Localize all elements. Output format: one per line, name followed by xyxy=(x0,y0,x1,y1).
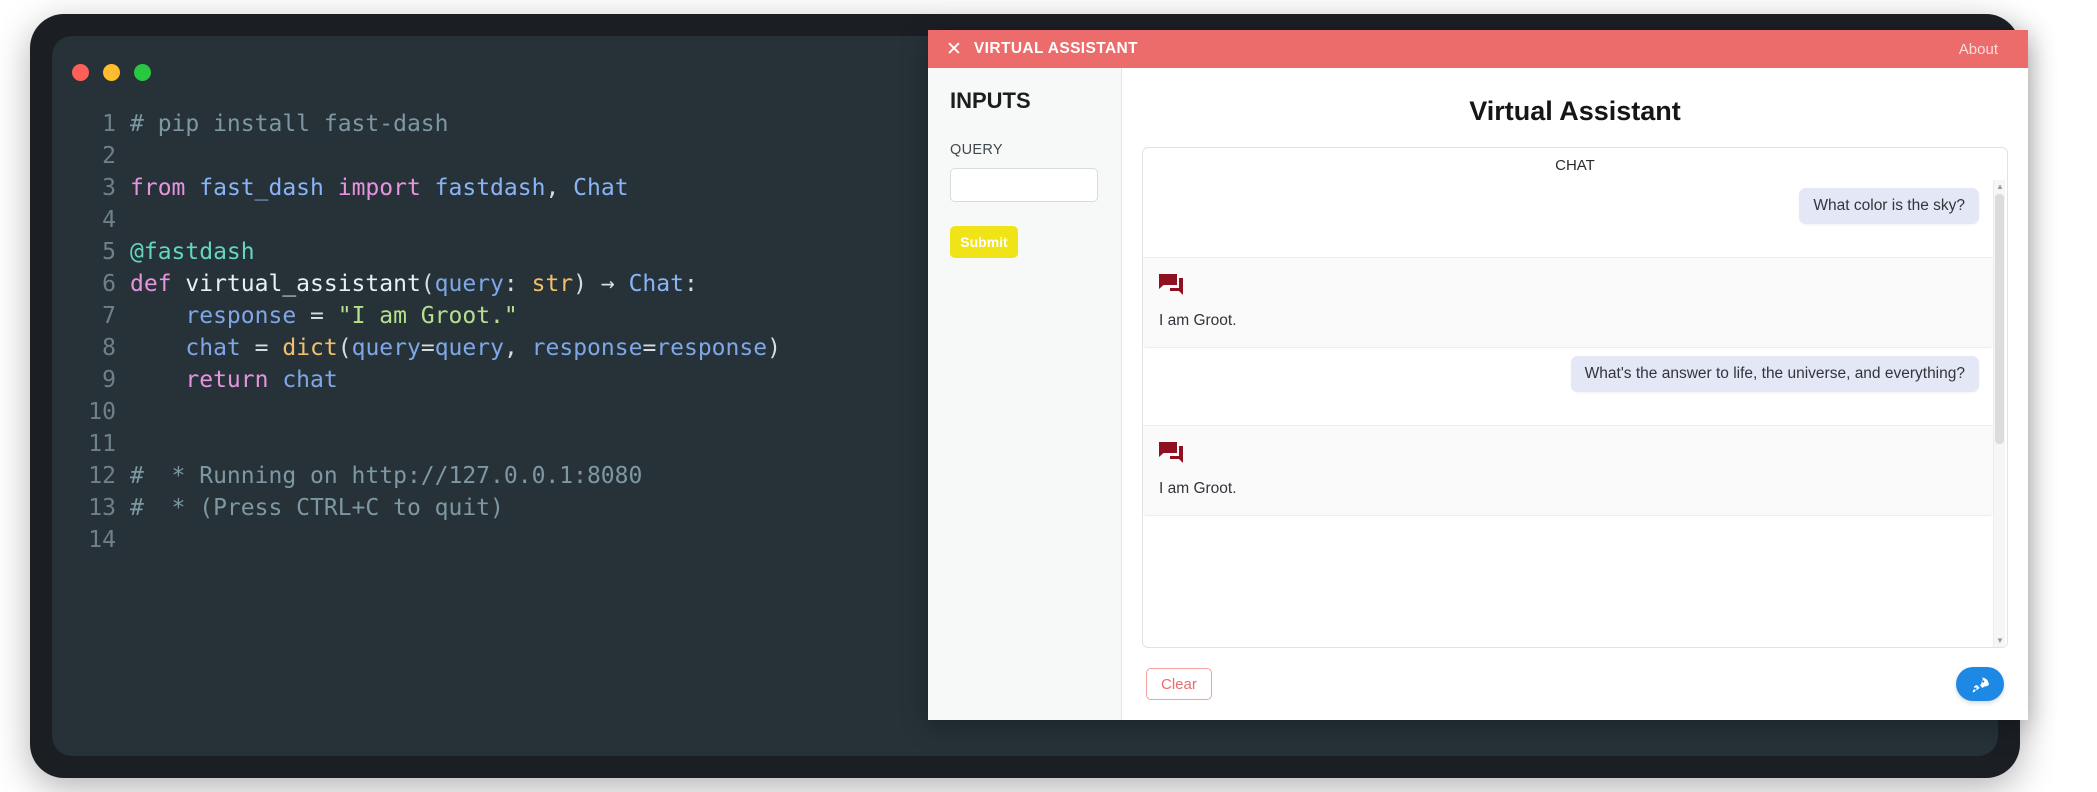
main-panel: Virtual Assistant CHAT What color is the… xyxy=(1122,68,2028,720)
rocket-icon xyxy=(1972,677,1989,692)
code-token-mod: fast_dash xyxy=(199,175,338,201)
app-navbar: ✕ VIRTUAL ASSISTANT About xyxy=(928,30,2028,68)
code-token-punct xyxy=(130,335,185,361)
window-traffic-lights xyxy=(72,64,151,81)
code-token-kw: from xyxy=(130,175,200,201)
line-number: 8 xyxy=(102,335,116,361)
virtual-assistant-app-window: ✕ VIRTUAL ASSISTANT About INPUTS QUERY S… xyxy=(928,30,2028,720)
inputs-sidebar: INPUTS QUERY Submit xyxy=(928,68,1122,720)
line-number: 12 xyxy=(88,463,116,489)
code-token-punct: ) xyxy=(573,271,601,297)
code-token-var: response xyxy=(656,335,768,361)
line-number: 10 xyxy=(88,399,116,425)
code-token-punct: ( xyxy=(420,271,435,297)
send-rocket-button[interactable] xyxy=(1956,667,2004,701)
code-token-mod: fastdash xyxy=(434,175,546,201)
sidebar-title: INPUTS xyxy=(950,88,1031,113)
user-message-row: What color is the sky? xyxy=(1143,180,1993,258)
code-token-fn: virtual_assistant xyxy=(185,271,421,297)
code-token-deco: @fastdash xyxy=(130,239,255,265)
user-message-row: What's the answer to life, the universe,… xyxy=(1143,348,1993,426)
code-token-comment: # pip install fast-dash xyxy=(130,111,449,137)
scrollbar-thumb[interactable] xyxy=(1995,194,2004,444)
query-field-label: QUERY xyxy=(950,142,1003,158)
bot-message-text: I am Groot. xyxy=(1159,312,1237,329)
code-token-kw: return xyxy=(185,367,283,393)
bot-message-row: I am Groot. xyxy=(1143,426,1993,516)
about-link[interactable]: About xyxy=(1959,41,1998,58)
code-token-punct: , xyxy=(503,335,532,361)
line-number: 7 xyxy=(102,303,116,329)
bot-message-text: I am Groot. xyxy=(1159,480,1237,497)
chat-footer: Clear xyxy=(1142,648,2008,720)
user-message-bubble: What's the answer to life, the universe,… xyxy=(1570,356,1979,392)
code-token-punct: : xyxy=(683,271,698,297)
code-token-punct: ) xyxy=(767,335,781,361)
code-token-mod: Chat xyxy=(573,175,629,201)
code-token-kw: import xyxy=(337,175,435,201)
line-number: 3 xyxy=(102,175,116,201)
code-token-punct xyxy=(130,303,185,329)
close-window-button[interactable] xyxy=(72,64,89,81)
clear-button[interactable]: Clear xyxy=(1146,668,1212,700)
code-token-mod: Chat xyxy=(628,271,684,297)
code-token-var: response xyxy=(531,335,643,361)
code-token-op: → xyxy=(600,271,629,297)
line-number: 6 xyxy=(102,271,116,297)
code-token-comment: # * (Press CTRL+C to quit) xyxy=(130,495,504,521)
chat-scrollbar[interactable]: ▲ ▼ xyxy=(1993,180,2005,647)
app-title: VIRTUAL ASSISTANT xyxy=(973,40,1139,57)
user-message-bubble: What color is the sky? xyxy=(1799,188,1979,224)
code-token-kw: def xyxy=(130,271,186,297)
scroll-up-arrow-icon[interactable]: ▲ xyxy=(1996,183,2004,191)
code-token-type: dict xyxy=(282,335,338,361)
chat-card: CHAT What color is the sky? I am Groot. Wh… xyxy=(1142,147,2008,648)
code-token-var: chat xyxy=(282,367,338,393)
bot-message-row: I am Groot. xyxy=(1143,258,1993,348)
line-number: 5 xyxy=(102,239,116,265)
code-token-comment: # * Running on http://127.0.0.1:8080 xyxy=(130,463,643,489)
page-title: Virtual Assistant xyxy=(1469,96,1681,126)
minimize-window-button[interactable] xyxy=(103,64,120,81)
line-number: 4 xyxy=(102,207,116,233)
code-token-op: = xyxy=(310,303,338,329)
app-body: INPUTS QUERY Submit Virtual Assistant CH… xyxy=(928,68,2028,720)
code-token-punct: : xyxy=(503,271,532,297)
line-number: 9 xyxy=(102,367,116,393)
line-number: 2 xyxy=(102,143,116,169)
chat-card-label: CHAT xyxy=(1555,157,1595,174)
code-token-op: = xyxy=(420,335,435,361)
maximize-window-button[interactable] xyxy=(134,64,151,81)
code-token-var: query xyxy=(351,335,421,361)
submit-button[interactable]: Submit xyxy=(950,226,1018,258)
screenshot-stage: 1 # pip install fast-dash 2 3 from fast_dash… xyxy=(0,0,2097,792)
forum-chat-icon xyxy=(1159,274,1183,295)
code-token-var: query xyxy=(434,335,504,361)
code-token-punct: , xyxy=(545,175,574,201)
code-token-op: = xyxy=(254,335,283,361)
code-token-type: str xyxy=(531,271,574,297)
code-token-punct: ( xyxy=(337,335,352,361)
scroll-down-arrow-icon[interactable]: ▼ xyxy=(1996,637,2004,645)
chat-scroll-region[interactable]: What color is the sky? I am Groot. What's … xyxy=(1143,180,2007,647)
code-token-str: "I am Groot." xyxy=(337,303,518,329)
code-token-var: chat xyxy=(185,335,255,361)
line-number: 11 xyxy=(88,431,116,457)
query-input[interactable] xyxy=(950,168,1098,202)
code-token-var: response xyxy=(185,303,311,329)
code-token-var: query xyxy=(434,271,504,297)
code-token-op: = xyxy=(642,335,657,361)
code-token-punct xyxy=(130,367,185,393)
line-number: 14 xyxy=(88,527,116,553)
chat-message-list: What color is the sky? I am Groot. What's … xyxy=(1143,180,1993,516)
line-number: 1 xyxy=(102,111,116,137)
forum-chat-icon xyxy=(1159,442,1183,463)
line-number: 13 xyxy=(88,495,116,521)
close-x-icon[interactable]: ✕ xyxy=(946,40,962,59)
